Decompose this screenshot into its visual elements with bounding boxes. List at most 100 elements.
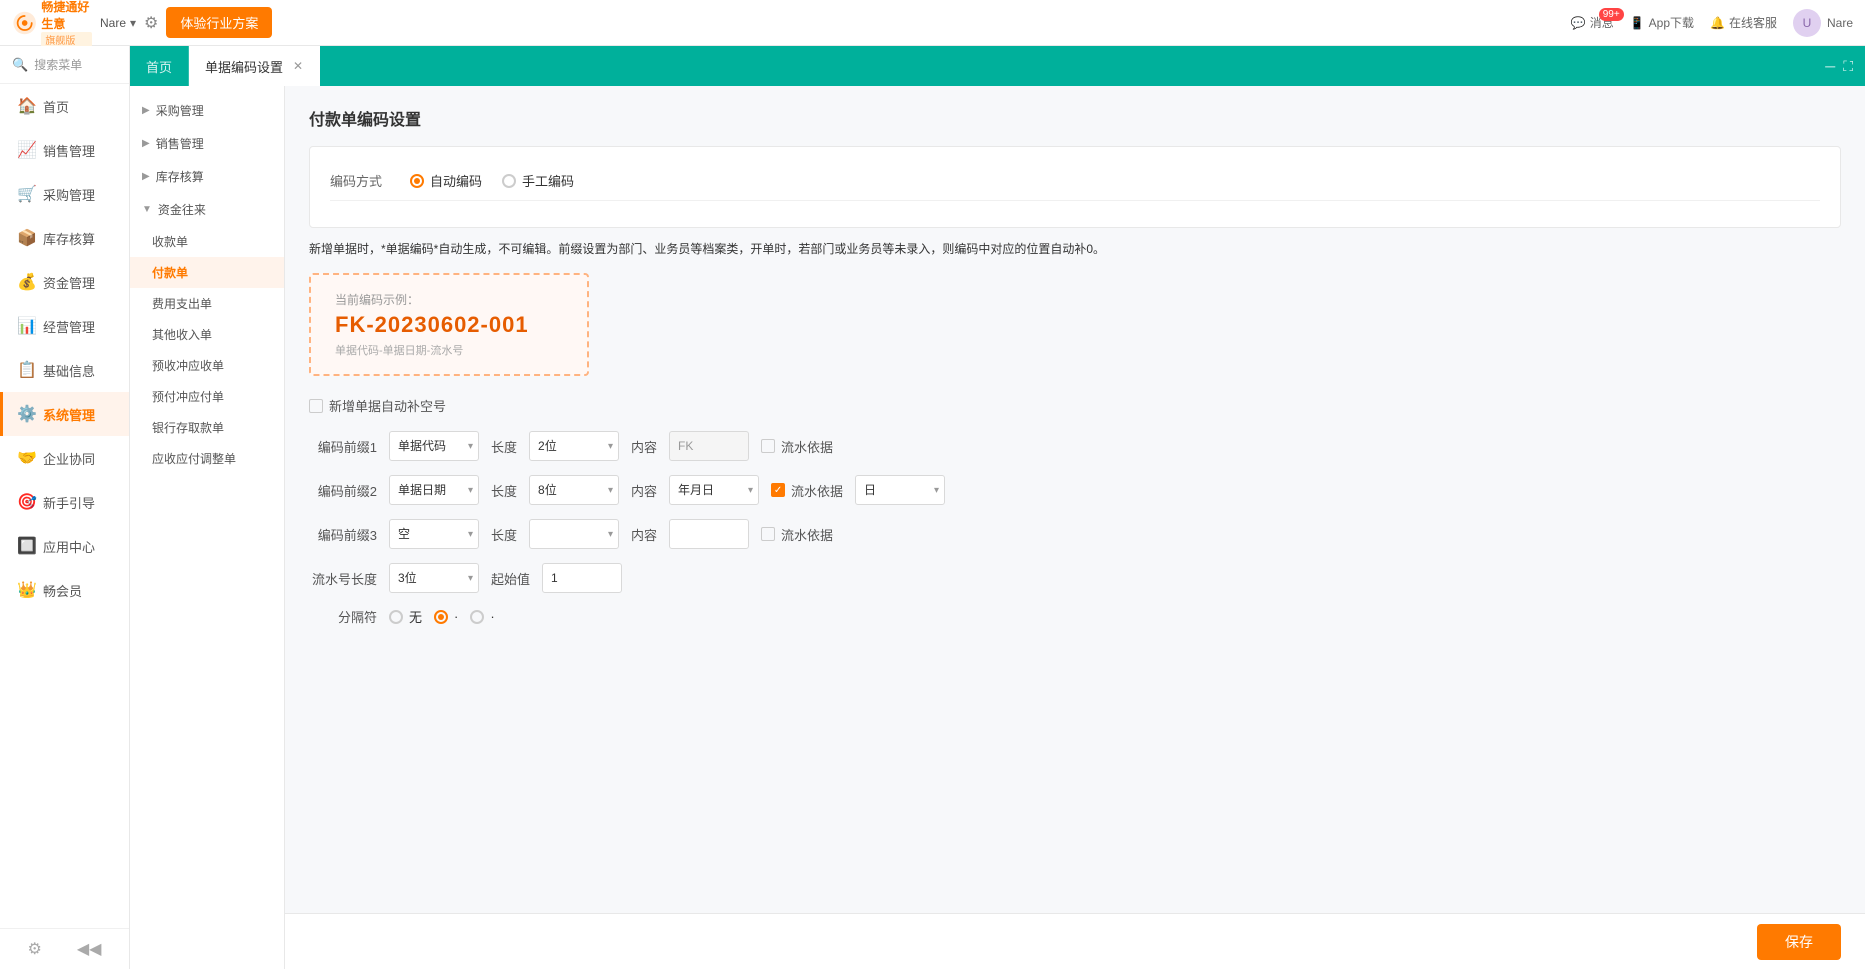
sidebar-item-label-finance: 资金管理 xyxy=(43,273,95,292)
nav-group-purchase-header[interactable]: ▶ 采购管理 xyxy=(130,94,284,127)
prefix2-day-select[interactable]: 日 xyxy=(855,475,945,505)
nav-item-receipt[interactable]: 收款单 xyxy=(130,226,284,257)
nav-item-bank-label: 银行存取款单 xyxy=(152,421,224,435)
nav-group-finance: ▼ 资金往来 收款单 付款单 费用支出单 其他收入单 xyxy=(130,193,284,474)
sidebar-item-purchase[interactable]: 🛒 采购管理 xyxy=(0,172,129,216)
radio-auto-code[interactable]: 自动编码 xyxy=(410,171,482,190)
online-service-btn[interactable]: 🔔 在线客服 xyxy=(1710,14,1777,31)
tab-encoding-close[interactable]: ✕ xyxy=(293,59,303,73)
tab-home[interactable]: 首页 xyxy=(130,46,189,86)
company-select[interactable]: Nare ▾ xyxy=(100,16,136,30)
sidebar-search[interactable]: 🔍 搜索菜单 xyxy=(0,46,129,84)
inventory-icon: 📦 xyxy=(17,228,35,248)
nav-item-other-income-label: 其他收入单 xyxy=(152,328,212,342)
preview-label: 当前编码示例： xyxy=(335,291,563,308)
chevron-right-icon: ▶ xyxy=(142,105,150,116)
prefix3-content-input[interactable] xyxy=(669,519,749,549)
sales-icon: 📈 xyxy=(17,140,35,160)
nav-item-receipt-label: 收款单 xyxy=(152,235,188,249)
brand-logo: 畅捷通好生意 旗舰版 xyxy=(12,5,92,41)
chevron-right-icon-3: ▶ xyxy=(142,171,150,182)
member-icon: 👑 xyxy=(17,580,35,600)
home-icon: 🏠 xyxy=(17,96,35,116)
tab-minimize-icon[interactable]: ─ xyxy=(1825,58,1835,74)
nav-group-inventory-header[interactable]: ▶ 库存核算 xyxy=(130,160,284,193)
app-download-btn[interactable]: 📱 App下载 xyxy=(1630,14,1694,31)
serial-length-select[interactable]: 3位 xyxy=(389,563,479,593)
header-left: 畅捷通好生意 旗舰版 Nare ▾ ⚙ 体验行业方案 xyxy=(12,5,272,41)
sidebar-item-system[interactable]: ⚙️ 系统管理 xyxy=(0,392,129,436)
save-button[interactable]: 保存 xyxy=(1757,924,1841,960)
nav-group-inventory: ▶ 库存核算 xyxy=(130,160,284,193)
nav-item-pre-pay[interactable]: 预付冲应付单 xyxy=(130,381,284,412)
nav-group-sales-header[interactable]: ▶ 销售管理 xyxy=(130,127,284,160)
nav-item-bank[interactable]: 银行存取款单 xyxy=(130,412,284,443)
nav-group-purchase-label: 采购管理 xyxy=(156,102,204,119)
sidebar-item-apps[interactable]: 🔲 应用中心 xyxy=(0,524,129,568)
auto-fill-row: 新增单据自动补空号 xyxy=(309,396,1841,415)
finance-icon: 💰 xyxy=(17,272,35,292)
sidebar-item-member[interactable]: 👑 畅会员 xyxy=(0,568,129,612)
sidebar-item-enterprise[interactable]: 🤝 企业协同 xyxy=(0,436,129,480)
collapse-icon[interactable]: ◀◀ xyxy=(77,939,102,959)
nav-item-expense[interactable]: 费用支出单 xyxy=(130,288,284,319)
newbie-icon: 🎯 xyxy=(17,492,35,512)
app-download-label: App下载 xyxy=(1649,14,1694,31)
sidebar-item-finance[interactable]: 💰 资金管理 xyxy=(0,260,129,304)
experience-btn[interactable]: 体验行业方案 xyxy=(166,7,272,38)
nav-item-other-income[interactable]: 其他收入单 xyxy=(130,319,284,350)
prefix1-waterfall-row: 流水依据 xyxy=(761,437,833,456)
separator-underscore-radio[interactable]: · xyxy=(470,609,494,624)
sidebar-item-home[interactable]: 🏠 首页 xyxy=(0,84,129,128)
operations-icon: 📊 xyxy=(17,316,35,336)
prefix3-length-select[interactable] xyxy=(529,519,619,549)
preview-desc: 单据代码-单据日期-流水号 xyxy=(335,342,563,358)
serial-start-input[interactable] xyxy=(542,563,622,593)
tab-maximize-icon[interactable]: ⛶ xyxy=(1843,58,1853,75)
brand-icon-svg xyxy=(12,5,37,41)
download-icon: 📱 xyxy=(1630,16,1645,30)
encoding-method-row: 编码方式 自动编码 手工编码 xyxy=(330,161,1820,201)
radio-manual-code[interactable]: 手工编码 xyxy=(502,171,574,190)
nav-item-adjust[interactable]: 应收应付调整单 xyxy=(130,443,284,474)
sidebar-item-sales[interactable]: 📈 销售管理 xyxy=(0,128,129,172)
nav-item-payment[interactable]: 付款单 xyxy=(130,257,284,288)
tab-actions: ─ ⛶ xyxy=(1813,58,1865,75)
sidebar-item-operations[interactable]: 📊 经营管理 xyxy=(0,304,129,348)
prefix3-select[interactable]: 空 xyxy=(389,519,479,549)
auto-fill-label: 新增单据自动补空号 xyxy=(329,396,446,415)
separator-none-label: 无 xyxy=(409,607,422,626)
settings-icon[interactable]: ⚙ xyxy=(144,13,158,33)
user-info[interactable]: U Nare xyxy=(1793,9,1853,37)
sidebar-item-inventory[interactable]: 📦 库存核算 xyxy=(0,216,129,260)
prefix2-select[interactable]: 单据日期 xyxy=(389,475,479,505)
message-badge: 99+ xyxy=(1599,8,1624,21)
separator-dash-radio[interactable]: · xyxy=(434,609,458,624)
separator-underscore-dot xyxy=(470,610,484,624)
nav-item-pre-pay-label: 预付冲应付单 xyxy=(152,390,224,404)
nav-group-finance-header[interactable]: ▼ 资金往来 xyxy=(130,193,284,226)
prefix2-waterfall-row: ✓ 流水依据 xyxy=(771,481,843,500)
separator-none-radio[interactable]: 无 xyxy=(389,607,422,626)
info-text-content: 新增单据时，*单据编码*自动生成，不可编辑。前缀设置为部门、业务员等档案类，开单… xyxy=(309,242,1105,256)
company-name: Nare xyxy=(100,16,126,30)
prefix3-waterfall-checkbox[interactable] xyxy=(761,527,775,541)
prefix1-waterfall-checkbox[interactable] xyxy=(761,439,775,453)
prefix1-select[interactable]: 单据代码 xyxy=(389,431,479,461)
message-btn[interactable]: 💬 消息 99+ xyxy=(1571,14,1614,31)
sidebar-item-newbie[interactable]: 🎯 新手引导 xyxy=(0,480,129,524)
prefix1-content-input xyxy=(669,431,749,461)
sidebar-item-label-operations: 经营管理 xyxy=(43,317,95,336)
purchase-icon: 🛒 xyxy=(17,184,35,204)
prefix2-length-select[interactable]: 8位 xyxy=(529,475,619,505)
sidebar-item-basic[interactable]: 📋 基础信息 xyxy=(0,348,129,392)
prefix2-content-select[interactable]: 年月日 xyxy=(669,475,759,505)
auto-fill-checkbox[interactable] xyxy=(309,399,323,413)
tab-encoding[interactable]: 单据编码设置 ✕ xyxy=(189,46,320,86)
settings-bottom-icon[interactable]: ⚙ xyxy=(28,939,42,959)
prefix2-waterfall-checkbox[interactable]: ✓ xyxy=(771,483,785,497)
nav-item-pre-collect[interactable]: 预收冲应收单 xyxy=(130,350,284,381)
preview-value: FK-20230602-001 xyxy=(335,312,563,338)
prefix1-length-select[interactable]: 2位 xyxy=(529,431,619,461)
prefix3-content-label: 内容 xyxy=(631,525,657,544)
